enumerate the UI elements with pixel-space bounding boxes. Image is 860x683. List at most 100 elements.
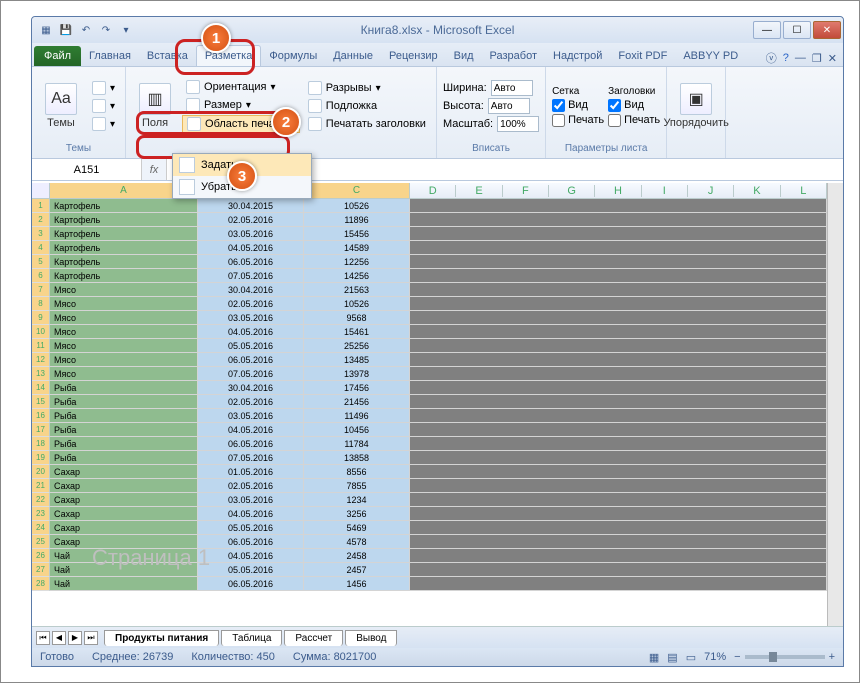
- cell[interactable]: Чай: [50, 577, 198, 591]
- cell[interactable]: 14589: [304, 241, 410, 255]
- row-header[interactable]: 1: [32, 199, 50, 213]
- cell[interactable]: Мясо: [50, 367, 198, 381]
- cell[interactable]: 1456: [304, 577, 410, 591]
- cell[interactable]: 03.05.2016: [198, 409, 304, 423]
- row-header[interactable]: 22: [32, 493, 50, 507]
- row-header[interactable]: 10: [32, 325, 50, 339]
- row-header[interactable]: 27: [32, 563, 50, 577]
- cell[interactable]: Рыба: [50, 395, 198, 409]
- cell[interactable]: 30.04.2016: [198, 381, 304, 395]
- table-row[interactable]: 4Картофель04.05.201614589: [32, 241, 827, 255]
- tab-addins[interactable]: Надстрой: [545, 46, 610, 66]
- row-header[interactable]: 26: [32, 549, 50, 563]
- gridlines-print-check[interactable]: Печать: [552, 114, 604, 127]
- table-row[interactable]: 22Сахар03.05.20161234: [32, 493, 827, 507]
- cell[interactable]: Сахар: [50, 535, 198, 549]
- tab-insert[interactable]: Вставка: [139, 46, 196, 66]
- cell[interactable]: 15461: [304, 325, 410, 339]
- cell[interactable]: 02.05.2016: [198, 297, 304, 311]
- cell[interactable]: 06.05.2016: [198, 535, 304, 549]
- table-row[interactable]: 21Сахар02.05.20167855: [32, 479, 827, 493]
- minimize-button[interactable]: —: [753, 21, 781, 39]
- table-row[interactable]: 2Картофель02.05.201611896: [32, 213, 827, 227]
- view-layout-icon[interactable]: ▤: [667, 651, 677, 664]
- cell[interactable]: Сахар: [50, 521, 198, 535]
- cell[interactable]: 06.05.2016: [198, 353, 304, 367]
- cell[interactable]: 04.05.2016: [198, 507, 304, 521]
- print-titles-button[interactable]: Печатать заголовки: [304, 116, 430, 132]
- table-row[interactable]: 27Чай05.05.20162457: [32, 563, 827, 577]
- cell[interactable]: 04.05.2016: [198, 423, 304, 437]
- row-header[interactable]: 17: [32, 423, 50, 437]
- cell[interactable]: 11496: [304, 409, 410, 423]
- sheet-tab-2[interactable]: Рассчет: [284, 630, 343, 646]
- cell[interactable]: 07.05.2016: [198, 367, 304, 381]
- name-box[interactable]: A151: [32, 159, 142, 180]
- height-scale[interactable]: Высота:: [443, 98, 539, 114]
- theme-effects-button[interactable]: ▾: [88, 116, 119, 132]
- save-icon[interactable]: 💾: [58, 22, 74, 38]
- row-header[interactable]: 7: [32, 283, 50, 297]
- tab-developer[interactable]: Разработ: [482, 46, 545, 66]
- cell[interactable]: 10526: [304, 297, 410, 311]
- doc-min-icon[interactable]: —: [795, 52, 806, 64]
- table-row[interactable]: 14Рыба30.04.201617456: [32, 381, 827, 395]
- row-header[interactable]: 4: [32, 241, 50, 255]
- cell[interactable]: Чай: [50, 549, 198, 563]
- sheet-tab-0[interactable]: Продукты питания: [104, 630, 219, 646]
- table-row[interactable]: 26Чай04.05.20162458: [32, 549, 827, 563]
- row-header[interactable]: 13: [32, 367, 50, 381]
- cell[interactable]: 11896: [304, 213, 410, 227]
- table-row[interactable]: 6Картофель07.05.201614256: [32, 269, 827, 283]
- cell[interactable]: Мясо: [50, 353, 198, 367]
- scale-scale[interactable]: Масштаб:: [443, 116, 539, 132]
- row-header[interactable]: 3: [32, 227, 50, 241]
- cell[interactable]: 30.04.2016: [198, 283, 304, 297]
- cell[interactable]: 11784: [304, 437, 410, 451]
- table-row[interactable]: 23Сахар04.05.20163256: [32, 507, 827, 521]
- tab-foxit[interactable]: Foxit PDF: [610, 46, 675, 66]
- cell[interactable]: 03.05.2016: [198, 311, 304, 325]
- cell[interactable]: 5469: [304, 521, 410, 535]
- scale-input[interactable]: [497, 116, 539, 132]
- cell[interactable]: 13858: [304, 451, 410, 465]
- cell[interactable]: 02.05.2016: [198, 395, 304, 409]
- table-row[interactable]: 24Сахар05.05.20165469: [32, 521, 827, 535]
- cell[interactable]: 01.05.2016: [198, 465, 304, 479]
- cell[interactable]: 05.05.2016: [198, 521, 304, 535]
- cell[interactable]: Рыба: [50, 423, 198, 437]
- arrange-button[interactable]: ▣Упорядочить: [673, 83, 719, 129]
- col-headers-rest[interactable]: D E F G H I J K L: [410, 183, 827, 198]
- cell[interactable]: 03.05.2016: [198, 493, 304, 507]
- row-header[interactable]: 2: [32, 213, 50, 227]
- cell[interactable]: 07.05.2016: [198, 269, 304, 283]
- cell[interactable]: Картофель: [50, 255, 198, 269]
- row-header[interactable]: 11: [32, 339, 50, 353]
- cell[interactable]: Мясо: [50, 325, 198, 339]
- cell[interactable]: 25256: [304, 339, 410, 353]
- zoom-level[interactable]: 71%: [704, 651, 726, 663]
- cell[interactable]: 05.05.2016: [198, 339, 304, 353]
- cell[interactable]: Сахар: [50, 465, 198, 479]
- table-row[interactable]: 18Рыба06.05.201611784: [32, 437, 827, 451]
- theme-colors-button[interactable]: ▾: [88, 80, 119, 96]
- table-row[interactable]: 28Чай06.05.20161456: [32, 577, 827, 591]
- qat-more-icon[interactable]: ▾: [118, 22, 134, 38]
- cell[interactable]: 02.05.2016: [198, 213, 304, 227]
- cell[interactable]: Сахар: [50, 479, 198, 493]
- breaks-button[interactable]: Разрывы ▾: [304, 80, 430, 96]
- cell[interactable]: Мясо: [50, 283, 198, 297]
- sheet-nav[interactable]: ⏮◀▶⏭: [32, 631, 102, 645]
- cell[interactable]: 1234: [304, 493, 410, 507]
- cell[interactable]: Чай: [50, 563, 198, 577]
- table-row[interactable]: 7Мясо30.04.201621563: [32, 283, 827, 297]
- close-button[interactable]: ✕: [813, 21, 841, 39]
- headings-print-check[interactable]: Печать: [608, 114, 660, 127]
- height-input[interactable]: [488, 98, 530, 114]
- cell[interactable]: Рыба: [50, 409, 198, 423]
- cell[interactable]: Картофель: [50, 213, 198, 227]
- minimize-ribbon-icon[interactable]: ⓥ: [766, 50, 777, 66]
- cell[interactable]: Картофель: [50, 199, 198, 213]
- cell[interactable]: 2458: [304, 549, 410, 563]
- cell[interactable]: 06.05.2016: [198, 437, 304, 451]
